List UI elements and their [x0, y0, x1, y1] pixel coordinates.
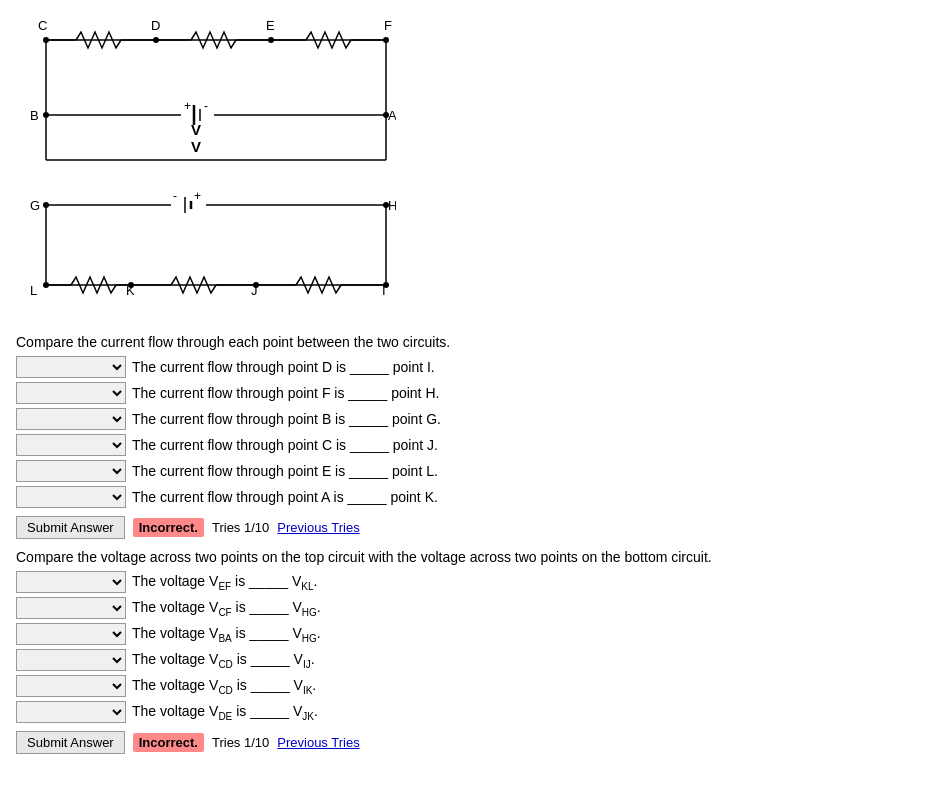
- svg-text:V: V: [191, 121, 201, 138]
- circuit-diagram: C D E F B A +: [16, 10, 396, 320]
- q-text-vcd-vij: The voltage VCD is _____ VIJ.: [132, 651, 315, 670]
- question-row-vde-vjk: equal to greater than less than The volt…: [16, 701, 920, 723]
- section2-incorrect-badge: Incorrect.: [133, 733, 204, 752]
- section1-tries: Tries 1/10: [212, 520, 269, 535]
- section2-title: Compare the voltage across two points on…: [16, 549, 920, 565]
- question-row-vba-vhg: equal to greater than less than The volt…: [16, 623, 920, 645]
- question-row-e-l: equal to greater than less than The curr…: [16, 460, 920, 482]
- question-row-vcf-vhg: equal to greater than less than The volt…: [16, 597, 920, 619]
- svg-text:E: E: [266, 18, 275, 33]
- select-vef-vkl[interactable]: equal to greater than less than: [16, 571, 126, 593]
- svg-text:D: D: [151, 18, 160, 33]
- q-text-vcd-vik: The voltage VCD is _____ VIK.: [132, 677, 316, 696]
- svg-text:L: L: [30, 283, 37, 298]
- section1-title: Compare the current flow through each po…: [16, 334, 920, 350]
- svg-text:V: V: [191, 138, 201, 155]
- select-d-i[interactable]: equal to greater than less than: [16, 356, 126, 378]
- question-row-d-i: equal to greater than less than The curr…: [16, 356, 920, 378]
- question-row-c-j: equal to greater than less than The curr…: [16, 434, 920, 456]
- select-vde-vjk[interactable]: equal to greater than less than: [16, 701, 126, 723]
- section1: Compare the current flow through each po…: [16, 334, 920, 539]
- svg-text:F: F: [384, 18, 392, 33]
- select-b-g[interactable]: equal to greater than less than: [16, 408, 126, 430]
- question-row-f-h: equal to greater than less than The curr…: [16, 382, 920, 404]
- select-e-l[interactable]: equal to greater than less than: [16, 460, 126, 482]
- q-text-f-h: The current flow through point F is ____…: [132, 385, 439, 401]
- select-c-j[interactable]: equal to greater than less than: [16, 434, 126, 456]
- section2-submit-row: Submit Answer Incorrect. Tries 1/10 Prev…: [16, 731, 920, 754]
- q-text-a-k: The current flow through point A is ____…: [132, 489, 438, 505]
- svg-text:-: -: [173, 189, 177, 203]
- svg-text:+: +: [184, 99, 191, 113]
- section1-submit-button[interactable]: Submit Answer: [16, 516, 125, 539]
- select-a-k[interactable]: equal to greater than less than: [16, 486, 126, 508]
- section2-prev-tries-link[interactable]: Previous Tries: [277, 735, 359, 750]
- select-vcd-vij[interactable]: equal to greater than less than: [16, 649, 126, 671]
- question-row-vef-vkl: equal to greater than less than The volt…: [16, 571, 920, 593]
- question-row-b-g: equal to greater than less than The curr…: [16, 408, 920, 430]
- question-row-vcd-vik: equal to greater than less than The volt…: [16, 675, 920, 697]
- question-row-a-k: equal to greater than less than The curr…: [16, 486, 920, 508]
- q-text-e-l: The current flow through point E is ____…: [132, 463, 438, 479]
- svg-text:C: C: [38, 18, 47, 33]
- q-text-vef-vkl: The voltage VEF is _____ VKL.: [132, 573, 317, 592]
- svg-text:A: A: [388, 108, 396, 123]
- select-vcf-vhg[interactable]: equal to greater than less than: [16, 597, 126, 619]
- q-text-b-g: The current flow through point B is ____…: [132, 411, 441, 427]
- svg-text:+: +: [194, 189, 201, 203]
- select-vba-vhg[interactable]: equal to greater than less than: [16, 623, 126, 645]
- section1-submit-row: Submit Answer Incorrect. Tries 1/10 Prev…: [16, 516, 920, 539]
- select-f-h[interactable]: equal to greater than less than: [16, 382, 126, 404]
- svg-point-15: [383, 37, 389, 43]
- svg-text:-: -: [204, 99, 208, 113]
- section2-submit-button[interactable]: Submit Answer: [16, 731, 125, 754]
- q-text-vde-vjk: The voltage VDE is _____ VJK.: [132, 703, 318, 722]
- q-text-c-j: The current flow through point C is ____…: [132, 437, 438, 453]
- section1-prev-tries-link[interactable]: Previous Tries: [277, 520, 359, 535]
- select-vcd-vik[interactable]: equal to greater than less than: [16, 675, 126, 697]
- q-text-vba-vhg: The voltage VBA is _____ VHG.: [132, 625, 321, 644]
- section1-incorrect-badge: Incorrect.: [133, 518, 204, 537]
- svg-text:G: G: [30, 198, 40, 213]
- section2-tries: Tries 1/10: [212, 735, 269, 750]
- svg-text:B: B: [30, 108, 39, 123]
- question-row-vcd-vij: equal to greater than less than The volt…: [16, 649, 920, 671]
- q-text-d-i: The current flow through point D is ____…: [132, 359, 435, 375]
- q-text-vcf-vhg: The voltage VCF is _____ VHG.: [132, 599, 321, 618]
- section2: Compare the voltage across two points on…: [16, 549, 920, 754]
- svg-text:H: H: [388, 198, 396, 213]
